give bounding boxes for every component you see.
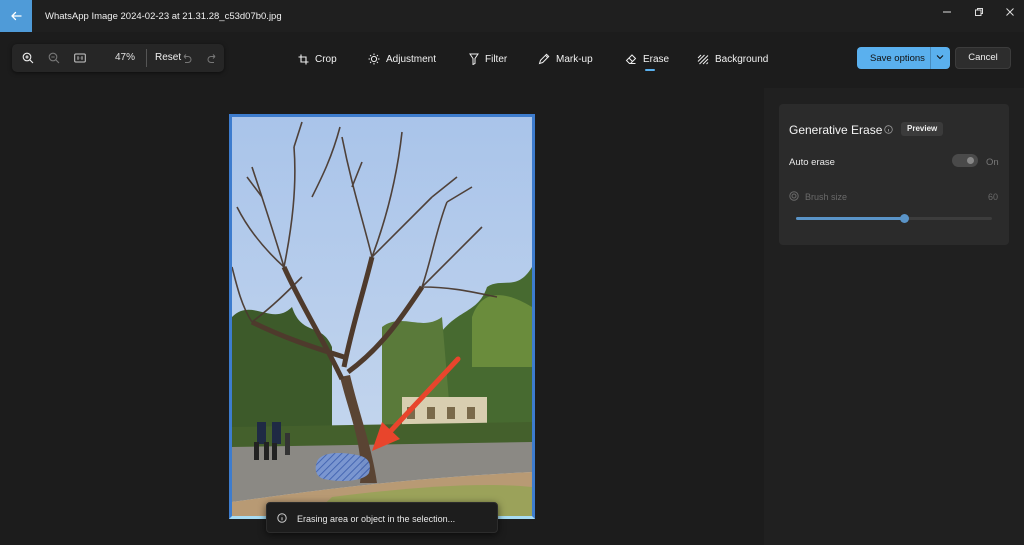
tab-crop[interactable]: Crop <box>298 51 337 67</box>
zoom-out-icon <box>48 52 60 64</box>
tab-label: Adjustment <box>386 53 437 65</box>
image-canvas[interactable] <box>229 114 535 519</box>
save-options-label: Save options <box>870 53 925 64</box>
brush-size-slider[interactable] <box>796 214 992 223</box>
close-icon <box>1006 8 1014 16</box>
info-icon <box>277 513 287 523</box>
slider-fill <box>796 217 904 220</box>
status-toast: Erasing area or object in the selection.… <box>266 502 498 533</box>
divider <box>930 47 931 69</box>
info-icon[interactable] <box>884 125 893 134</box>
tab-label: Filter <box>485 53 508 65</box>
zoom-toolbar: 47% Reset <box>12 44 224 72</box>
toast-message: Erasing area or object in the selection.… <box>297 514 456 524</box>
save-options-button[interactable]: Save options <box>857 47 950 69</box>
undo-icon <box>183 53 191 63</box>
cancel-button[interactable]: Cancel <box>955 47 1011 69</box>
divider <box>146 49 147 67</box>
tab-label: Background <box>715 53 769 65</box>
minimize-button[interactable] <box>930 3 964 21</box>
zoom-out-button[interactable] <box>47 51 61 65</box>
background-icon <box>697 54 709 64</box>
tab-label: Mark-up <box>556 53 593 65</box>
tab-markup[interactable]: Mark-up <box>538 51 593 67</box>
brightness-icon <box>368 53 380 65</box>
chevron-down-icon <box>936 55 944 60</box>
tab-adjustment[interactable]: Adjustment <box>368 51 436 67</box>
active-tab-indicator <box>645 69 655 71</box>
tab-label: Erase <box>643 53 670 65</box>
title-bar: WhatsApp Image 2024-02-23 at 21.31.28_c5… <box>0 0 1024 32</box>
save-dropdown-chevron[interactable] <box>935 52 945 65</box>
restore-button[interactable] <box>962 3 996 21</box>
crop-icon <box>298 54 309 64</box>
undo-button[interactable] <box>179 51 193 65</box>
zoom-percentage: 47% <box>114 52 135 63</box>
brush-size-label: Brush size <box>805 192 848 202</box>
zoom-in-button[interactable] <box>21 51 35 65</box>
tree-photo <box>232 117 532 516</box>
window-title: WhatsApp Image 2024-02-23 at 21.31.28_c5… <box>45 11 282 22</box>
reset-button[interactable]: Reset <box>155 52 181 63</box>
tab-label: Crop <box>315 53 337 65</box>
redo-button[interactable] <box>205 51 219 65</box>
brush-size-icon <box>789 191 799 201</box>
auto-erase-toggle[interactable] <box>952 154 978 167</box>
slider-thumb[interactable] <box>899 214 909 223</box>
brush-size-value: 60 <box>988 192 999 202</box>
erase-selection <box>315 453 370 481</box>
toggle-knob <box>967 157 974 164</box>
actual-size-button[interactable] <box>73 51 87 65</box>
preview-badge: Preview <box>901 122 944 136</box>
generative-erase-card: Generative Erase Preview Auto erase On B… <box>779 104 1009 245</box>
arrow-left-icon <box>11 11 22 21</box>
tab-background[interactable]: Background <box>697 51 768 67</box>
panel-title: Generative Erase <box>789 123 883 137</box>
actual-size-icon <box>74 53 86 63</box>
minimize-icon <box>943 11 951 13</box>
restore-icon <box>975 8 983 16</box>
filter-icon <box>469 53 479 65</box>
tab-filter[interactable]: Filter <box>469 51 507 67</box>
redo-icon <box>207 53 215 63</box>
eraser-icon <box>625 54 637 64</box>
close-window-button[interactable] <box>993 3 1024 21</box>
auto-erase-label: Auto erase <box>789 157 835 168</box>
pen-icon <box>538 53 550 65</box>
back-button[interactable] <box>0 0 32 32</box>
auto-erase-state: On <box>986 157 999 168</box>
zoom-in-icon <box>22 52 34 64</box>
tab-erase[interactable]: Erase <box>625 51 669 67</box>
